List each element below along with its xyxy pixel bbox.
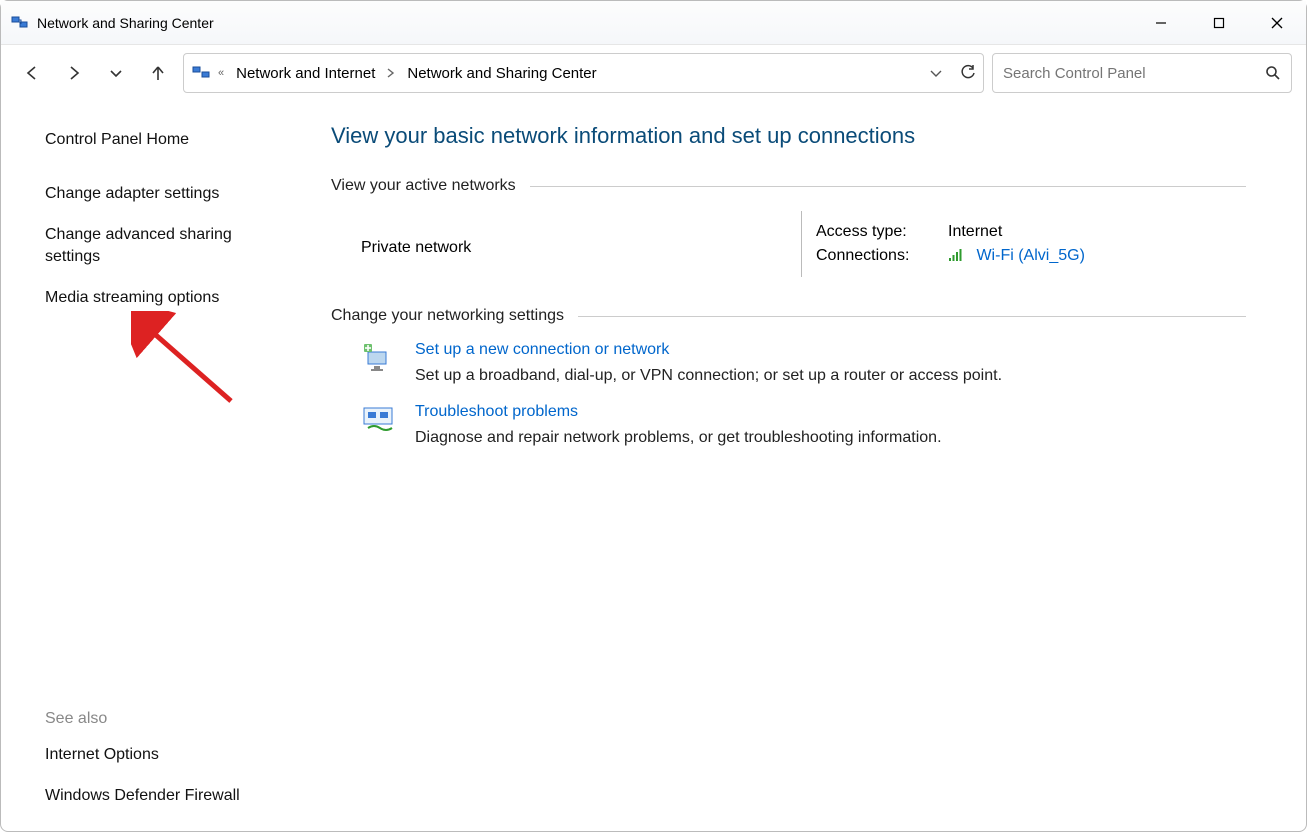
maximize-button[interactable] xyxy=(1190,1,1248,45)
troubleshoot-link[interactable]: Troubleshoot problems xyxy=(415,403,578,421)
address-dropdown-button[interactable] xyxy=(929,66,943,80)
forward-button[interactable] xyxy=(57,56,91,90)
control-panel-home-link[interactable]: Control Panel Home xyxy=(45,129,277,151)
page-heading: View your basic network information and … xyxy=(331,123,1246,149)
window-title: Network and Sharing Center xyxy=(37,15,214,31)
up-button[interactable] xyxy=(141,56,175,90)
change-advanced-sharing-link[interactable]: Change advanced sharing settings xyxy=(45,224,277,269)
divider xyxy=(578,316,1246,317)
toolbar: « Network and Internet Network and Shari… xyxy=(1,45,1306,101)
internet-options-link[interactable]: Internet Options xyxy=(45,744,277,766)
search-icon xyxy=(1265,65,1281,81)
search-input[interactable] xyxy=(1003,65,1257,82)
breadcrumb-network-sharing[interactable]: Network and Sharing Center xyxy=(401,61,602,86)
sidebar: Control Panel Home Change adapter settin… xyxy=(1,101,301,831)
wifi-signal-icon xyxy=(948,248,966,262)
access-type-value: Internet xyxy=(948,223,1002,241)
chevron-right-icon xyxy=(387,68,395,78)
change-adapter-settings-link[interactable]: Change adapter settings xyxy=(45,183,277,205)
breadcrumb-root-icon xyxy=(192,64,212,82)
network-type: Private network xyxy=(361,211,801,257)
media-streaming-options-link[interactable]: Media streaming options xyxy=(45,287,277,309)
close-button[interactable] xyxy=(1248,1,1306,45)
connection-link[interactable]: Wi-Fi (Alvi_5G) xyxy=(976,247,1084,264)
recent-locations-button[interactable] xyxy=(99,56,133,90)
see-also-label: See also xyxy=(45,710,277,728)
content-area: View your basic network information and … xyxy=(301,101,1306,831)
breadcrumb-network-internet[interactable]: Network and Internet xyxy=(230,61,381,86)
access-type-label: Access type: xyxy=(816,223,948,241)
titlebar: Network and Sharing Center xyxy=(1,1,1306,45)
search-box[interactable] xyxy=(992,53,1292,93)
setup-connection-desc: Set up a broadband, dial-up, or VPN conn… xyxy=(415,367,1002,385)
breadcrumb-ellipsis[interactable]: « xyxy=(218,67,224,79)
divider xyxy=(530,186,1246,187)
active-networks-label: View your active networks xyxy=(331,177,516,195)
address-bar[interactable]: « Network and Internet Network and Shari… xyxy=(183,53,984,93)
connections-label: Connections: xyxy=(816,247,948,265)
app-icon xyxy=(11,14,29,32)
troubleshoot-desc: Diagnose and repair network problems, or… xyxy=(415,429,942,447)
troubleshoot-icon xyxy=(361,403,397,439)
setup-connection-link[interactable]: Set up a new connection or network xyxy=(415,341,669,359)
refresh-button[interactable] xyxy=(959,64,977,82)
active-networks: Private network Access type: Internet Co… xyxy=(361,211,1246,277)
windows-defender-firewall-link[interactable]: Windows Defender Firewall xyxy=(45,785,277,807)
setup-connection-icon xyxy=(361,341,397,377)
change-settings-label: Change your networking settings xyxy=(331,307,564,325)
back-button[interactable] xyxy=(15,56,49,90)
minimize-button[interactable] xyxy=(1132,1,1190,45)
